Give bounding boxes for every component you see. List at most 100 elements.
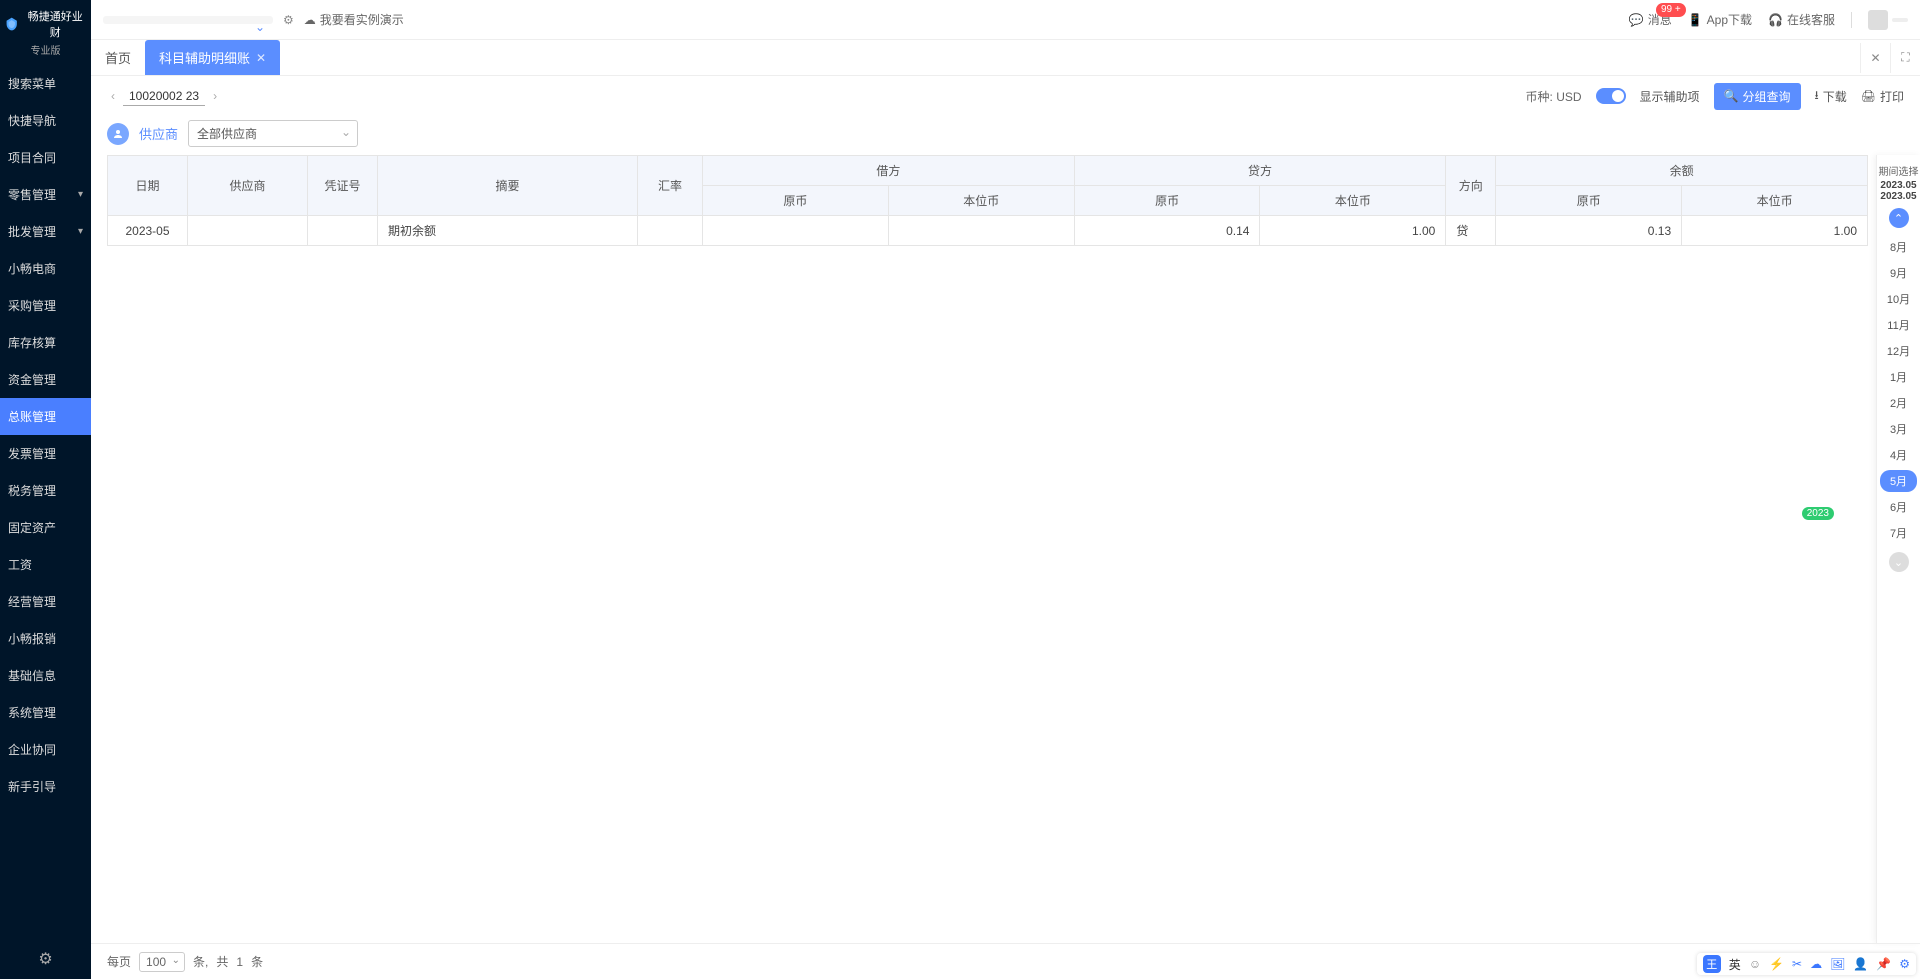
sidebar-item-label: 企业协同: [8, 741, 56, 758]
online-service-button[interactable]: 🎧 在线客服: [1768, 11, 1835, 28]
user-menu[interactable]: [1868, 10, 1908, 30]
sidebar-item-14[interactable]: 经营管理: [0, 583, 91, 620]
org-selector[interactable]: ⌄: [103, 16, 273, 24]
th-balance: 余额: [1496, 156, 1868, 186]
period-start[interactable]: 2023.05: [1880, 180, 1916, 191]
tabs-close-all-button[interactable]: ✕: [1860, 43, 1890, 73]
ime-image-icon[interactable]: 🖼: [1830, 957, 1845, 971]
ime-scissors-icon[interactable]: ✂: [1792, 957, 1802, 971]
show-aux-toggle[interactable]: [1596, 88, 1626, 104]
chevron-down-icon: ⌄: [341, 125, 351, 139]
app-download-button[interactable]: 📱 App下载: [1688, 11, 1752, 28]
sidebar-item-label: 小畅电商: [8, 260, 56, 277]
sidebar-item-0[interactable]: 搜索菜单: [0, 65, 91, 102]
sidebar-item-1[interactable]: 快捷导航: [0, 102, 91, 139]
period-scroll-down-button[interactable]: ⌄: [1889, 552, 1909, 572]
print-label: 打印: [1880, 88, 1904, 105]
sidebar-item-8[interactable]: 资金管理: [0, 361, 91, 398]
ime-smile-icon[interactable]: ☺: [1749, 957, 1761, 971]
sidebar-item-label: 新手引导: [8, 778, 56, 795]
header-settings-icon[interactable]: ⚙: [283, 13, 294, 27]
sidebar-settings-icon[interactable]: ⚙: [38, 951, 52, 968]
demo-link[interactable]: ☁ 我要看实例演示: [304, 11, 404, 28]
tabs-bar: 首页 科目辅助明细账 ✕ ✕ ⛶: [91, 40, 1920, 76]
brand-icon: [4, 16, 19, 32]
cell-rate: [638, 216, 703, 246]
month-item[interactable]: 1月: [1877, 364, 1920, 390]
user-name: [1892, 18, 1908, 22]
table-row[interactable]: 2023-05期初余额0.141.00贷0.131.00: [108, 216, 1868, 246]
page-size-value: 100: [146, 955, 166, 969]
month-item[interactable]: 2月: [1877, 390, 1920, 416]
print-button[interactable]: 🖨 打印: [1861, 88, 1904, 105]
sidebar-item-12[interactable]: 固定资产: [0, 509, 91, 546]
fullscreen-button[interactable]: ⛶: [1890, 43, 1920, 73]
ime-cloud-icon[interactable]: ☁: [1810, 957, 1822, 971]
th-direction: 方向: [1446, 156, 1496, 216]
month-item[interactable]: 10月: [1877, 286, 1920, 312]
th-date: 日期: [108, 156, 188, 216]
sidebar-item-16[interactable]: 基础信息: [0, 657, 91, 694]
pager-total: 1: [236, 955, 243, 969]
th-debit-orig: 原币: [703, 186, 889, 216]
month-item[interactable]: 6月: [1877, 494, 1920, 520]
sidebar-item-label: 工资: [8, 556, 32, 573]
tab-ledger-detail[interactable]: 科目辅助明细账 ✕: [145, 40, 280, 75]
sidebar-item-17[interactable]: 系统管理: [0, 694, 91, 731]
group-query-button[interactable]: 🔍 分组查询: [1714, 83, 1801, 110]
sidebar-item-6[interactable]: 采购管理: [0, 287, 91, 324]
ime-lang[interactable]: 英: [1729, 956, 1741, 973]
sidebar-item-label: 基础信息: [8, 667, 56, 684]
month-item[interactable]: 9月: [1877, 260, 1920, 286]
sidebar-item-9[interactable]: 总账管理: [0, 398, 91, 435]
next-account-button[interactable]: ›: [209, 89, 221, 103]
sidebar-item-13[interactable]: 工资: [0, 546, 91, 583]
content: 日期 供应商 凭证号 摘要 汇率 借方 贷方 方向 余额 原币 本位: [91, 155, 1920, 943]
month-item[interactable]: 12月: [1877, 338, 1920, 364]
group-query-label: 分组查询: [1743, 88, 1791, 105]
message-button[interactable]: 💬 消息 99 +: [1629, 11, 1672, 28]
month-item[interactable]: 11月: [1877, 312, 1920, 338]
sidebar-item-2[interactable]: 项目合同: [0, 139, 91, 176]
sidebar-item-11[interactable]: 税务管理: [0, 472, 91, 509]
brand-edition: 专业版: [4, 42, 87, 57]
cloud-icon: ☁: [304, 13, 316, 27]
ime-logo-icon[interactable]: 王: [1703, 955, 1721, 973]
sidebar-item-10[interactable]: 发票管理: [0, 435, 91, 472]
download-button[interactable]: ⭳ 下载: [1815, 86, 1847, 107]
sidebar-item-label: 固定资产: [8, 519, 56, 536]
th-balance-orig: 原币: [1496, 186, 1682, 216]
period-scroll-up-button[interactable]: ⌃: [1889, 208, 1909, 228]
tab-home[interactable]: 首页: [91, 40, 145, 75]
period-end[interactable]: 2023.05: [1880, 191, 1916, 202]
th-summary: 摘要: [378, 156, 638, 216]
ime-pin-icon[interactable]: 📌: [1876, 957, 1891, 971]
sidebar-item-7[interactable]: 库存核算: [0, 324, 91, 361]
sidebar-item-19[interactable]: 新手引导: [0, 768, 91, 805]
close-icon[interactable]: ✕: [256, 51, 266, 65]
divider: [1851, 12, 1852, 28]
demo-link-label: 我要看实例演示: [320, 11, 404, 28]
sidebar-item-18[interactable]: 企业协同: [0, 731, 91, 768]
account-code[interactable]: 10020002 23: [123, 87, 205, 106]
page-size-select[interactable]: 100 ⌄: [139, 952, 185, 972]
ime-gear-icon[interactable]: ⚙: [1899, 957, 1910, 971]
sidebar: 畅捷通好业财 专业版 搜索菜单快捷导航项目合同零售管理▾批发管理▾小畅电商采购管…: [0, 0, 91, 979]
prev-account-button[interactable]: ‹: [107, 89, 119, 103]
ime-user-icon[interactable]: 👤: [1853, 957, 1868, 971]
sidebar-item-3[interactable]: 零售管理▾: [0, 176, 91, 213]
sidebar-item-4[interactable]: 批发管理▾: [0, 213, 91, 250]
sidebar-item-label: 项目合同: [8, 149, 56, 166]
month-item[interactable]: 7月: [1877, 520, 1920, 546]
supplier-select[interactable]: 全部供应商 ⌄: [188, 120, 358, 147]
month-item[interactable]: 4月: [1877, 442, 1920, 468]
pager-unit: 条,: [193, 953, 208, 970]
per-page-label: 每页: [107, 953, 131, 970]
month-item[interactable]: 3月: [1877, 416, 1920, 442]
sidebar-item-15[interactable]: 小畅报销: [0, 620, 91, 657]
online-service-label: 在线客服: [1787, 11, 1835, 28]
sidebar-item-5[interactable]: 小畅电商: [0, 250, 91, 287]
month-item[interactable]: 5月: [1880, 470, 1917, 492]
ime-lightning-icon[interactable]: ⚡: [1769, 957, 1784, 971]
month-item[interactable]: 8月: [1877, 234, 1920, 260]
